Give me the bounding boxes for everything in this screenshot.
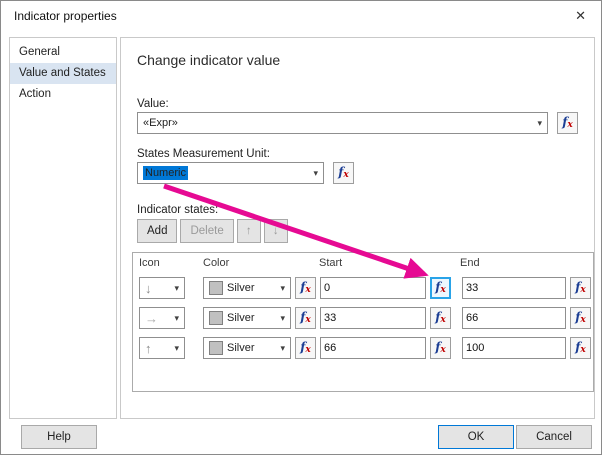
color-swatch — [209, 341, 223, 355]
color-fx-button[interactable]: fx — [295, 307, 316, 329]
sidebar-item-action[interactable]: Action — [10, 84, 116, 105]
arrow-down-icon: ↓ — [145, 280, 152, 296]
fx-icon: fx — [575, 341, 586, 355]
start-input[interactable] — [320, 277, 426, 299]
color-fx-button[interactable]: fx — [295, 337, 316, 359]
table-row: → ▾ Silver ▾ fx fx fx — [139, 307, 593, 329]
delete-button[interactable]: Delete — [180, 219, 234, 243]
start-fx-button[interactable]: fx — [430, 277, 451, 299]
icon-dropdown[interactable]: ↓ ▾ — [139, 277, 185, 299]
sidebar-item-value-and-states[interactable]: Value and States — [10, 63, 116, 84]
end-fx-button[interactable]: fx — [570, 277, 591, 299]
title-bar: Indicator properties ✕ — [1, 1, 601, 31]
icon-dropdown[interactable]: ↑ ▾ — [139, 337, 185, 359]
end-input[interactable] — [462, 307, 566, 329]
color-name: Silver — [227, 312, 255, 324]
grid-header-row: Icon Color Start End — [139, 257, 593, 269]
chevron-down-icon: ▾ — [174, 312, 179, 323]
start-input[interactable] — [320, 337, 426, 359]
chevron-down-icon: ▾ — [280, 342, 285, 353]
column-header-icon: Icon — [139, 257, 160, 269]
chevron-down-icon: ▾ — [537, 117, 542, 128]
chevron-down-icon: ▾ — [280, 312, 285, 323]
fx-letter-x: x — [440, 285, 446, 295]
column-header-end: End — [460, 257, 480, 269]
page-title: Change indicator value — [137, 52, 281, 68]
end-input[interactable] — [462, 337, 566, 359]
column-header-color: Color — [203, 257, 230, 269]
color-name: Silver — [227, 282, 255, 294]
fx-letter-x: x — [580, 345, 586, 355]
fx-letter-x: x — [567, 120, 573, 130]
fx-letter-x: x — [305, 315, 311, 325]
column-header-start: Start — [319, 257, 343, 269]
add-button[interactable]: Add — [137, 219, 178, 243]
indicator-states-grid: Icon Color Start End ↓ ▾ Silver ▾ fx fx — [132, 252, 594, 392]
unit-fx-button[interactable]: fx — [333, 162, 354, 184]
color-swatch — [209, 281, 223, 295]
fx-icon: fx — [435, 281, 446, 295]
help-button[interactable]: Help — [21, 425, 97, 449]
end-fx-button[interactable]: fx — [570, 337, 591, 359]
arrow-up-icon: ↑ — [145, 340, 152, 356]
fx-letter-x: x — [580, 315, 586, 325]
indicator-states-label: Indicator states: — [137, 204, 219, 216]
chevron-down-icon: ▾ — [174, 282, 179, 293]
fx-icon: fx — [300, 341, 311, 355]
color-fx-button[interactable]: fx — [295, 277, 316, 299]
value-text: «Expr» — [143, 117, 178, 129]
close-icon[interactable]: ✕ — [575, 8, 586, 24]
chevron-down-icon: ▾ — [313, 167, 318, 178]
end-input[interactable] — [462, 277, 566, 299]
ok-button[interactable]: OK — [438, 425, 514, 449]
chevron-down-icon: ▾ — [174, 342, 179, 353]
main-panel: Change indicator value Value: «Expr» ▾ f… — [120, 37, 595, 419]
unit-label: States Measurement Unit: — [137, 148, 270, 160]
fx-letter-x: x — [305, 285, 311, 295]
fx-icon: fx — [562, 116, 573, 130]
unit-text: Numeric — [143, 166, 188, 180]
start-fx-button[interactable]: fx — [430, 307, 451, 329]
fx-icon: fx — [338, 166, 349, 180]
value-combobox[interactable]: «Expr» ▾ — [137, 112, 548, 134]
fx-icon: fx — [575, 311, 586, 325]
move-up-button[interactable]: ↑ — [236, 219, 261, 243]
color-dropdown[interactable]: Silver ▾ — [203, 277, 291, 299]
unit-combobox[interactable]: Numeric ▾ — [137, 162, 324, 184]
icon-dropdown[interactable]: → ▾ — [139, 307, 185, 329]
fx-icon: fx — [300, 311, 311, 325]
fx-icon: fx — [300, 281, 311, 295]
sidebar-item-general[interactable]: General — [10, 42, 116, 63]
fx-letter-x: x — [580, 285, 586, 295]
dialog-title: Indicator properties — [14, 9, 117, 23]
arrow-down-icon: ↓ — [272, 225, 279, 237]
arrow-right-icon: → — [145, 310, 158, 326]
table-row: ↑ ▾ Silver ▾ fx fx fx — [139, 337, 593, 359]
value-fx-button[interactable]: fx — [557, 112, 578, 134]
color-swatch — [209, 311, 223, 325]
cancel-button[interactable]: Cancel — [516, 425, 592, 449]
fx-letter-x: x — [343, 170, 349, 180]
move-down-button[interactable]: ↓ — [263, 219, 288, 243]
fx-icon: fx — [575, 281, 586, 295]
value-label: Value: — [137, 98, 169, 110]
end-fx-button[interactable]: fx — [570, 307, 591, 329]
arrow-up-icon: ↑ — [245, 225, 252, 237]
sidebar: General Value and States Action — [9, 37, 117, 419]
table-row: ↓ ▾ Silver ▾ fx fx fx — [139, 277, 593, 299]
fx-letter-x: x — [305, 345, 311, 355]
color-dropdown[interactable]: Silver ▾ — [203, 337, 291, 359]
states-toolbar: Add Delete ↑ ↓ — [137, 219, 291, 243]
start-input[interactable] — [320, 307, 426, 329]
color-dropdown[interactable]: Silver ▾ — [203, 307, 291, 329]
fx-letter-x: x — [440, 345, 446, 355]
indicator-properties-dialog: Indicator properties ✕ General Value and… — [0, 0, 602, 455]
fx-letter-x: x — [440, 315, 446, 325]
start-fx-button[interactable]: fx — [430, 337, 451, 359]
fx-icon: fx — [435, 341, 446, 355]
chevron-down-icon: ▾ — [280, 282, 285, 293]
color-name: Silver — [227, 342, 255, 354]
fx-icon: fx — [435, 311, 446, 325]
